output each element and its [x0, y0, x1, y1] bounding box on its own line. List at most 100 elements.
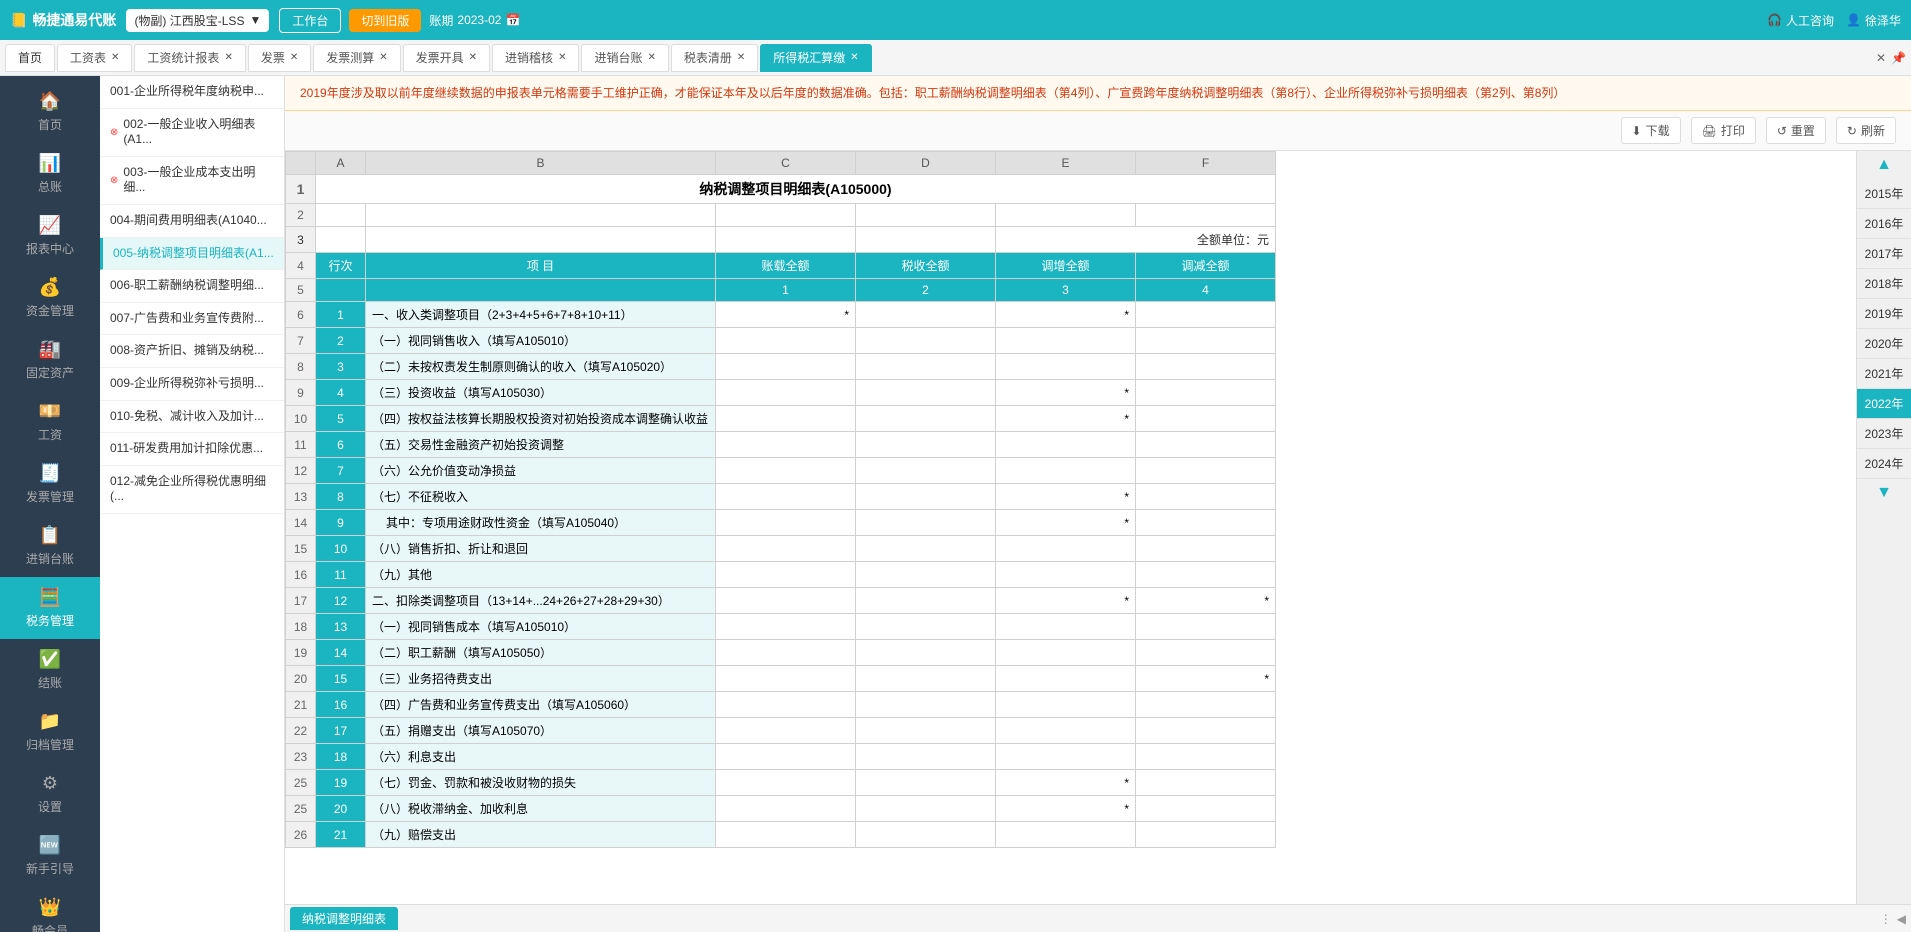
row-12-col1[interactable]	[716, 458, 856, 484]
tab-income-tax-close[interactable]: ✕	[850, 52, 858, 63]
sidebar-item-invoice-mgmt[interactable]: 🧾 发票管理	[0, 453, 100, 515]
sheet-tab-adjust[interactable]: 纳税调整明细表	[290, 907, 398, 930]
row-15-col1[interactable]	[716, 536, 856, 562]
year-2016[interactable]: 2016年	[1857, 209, 1911, 239]
year-2024[interactable]: 2024年	[1857, 449, 1911, 479]
year-2022[interactable]: 2022年	[1857, 389, 1911, 419]
print-button[interactable]: 🖨 打印	[1691, 117, 1756, 144]
row-22-col1[interactable]	[716, 718, 856, 744]
tab-wages[interactable]: 工资表 ✕	[57, 44, 132, 72]
tab-income-tax[interactable]: 所得税汇算缴 ✕	[760, 44, 871, 72]
row-18-col1[interactable]	[716, 614, 856, 640]
left-item-002[interactable]: ⊗ 002-一般企业收入明细表(A1...	[100, 109, 284, 157]
left-item-004[interactable]: 004-期间费用明细表(A1040...	[100, 205, 284, 238]
left-item-012[interactable]: 012-减免企业所得税优惠明细(...	[100, 466, 284, 514]
user-profile-button[interactable]: 👤 徐泽华	[1846, 12, 1901, 29]
left-item-007[interactable]: 007-广告费和业务宣传费附...	[100, 303, 284, 336]
tab-purchase-ledger-close[interactable]: ✕	[647, 52, 655, 63]
year-2021[interactable]: 2021年	[1857, 359, 1911, 389]
left-item-010[interactable]: 010-免税、减计收入及加计...	[100, 401, 284, 434]
left-item-008-label: 008-资产折旧、摊销及纳税...	[110, 343, 264, 359]
tab-tax-table[interactable]: 税表清册 ✕	[671, 44, 758, 72]
row-8-col1[interactable]	[716, 354, 856, 380]
row-12-col3	[996, 458, 1136, 484]
year-down-button[interactable]: ▼	[1857, 479, 1911, 507]
tab-invoice-close[interactable]: ✕	[290, 52, 298, 63]
row-14-col1[interactable]	[716, 510, 856, 536]
row-6-col1[interactable]: *	[716, 302, 856, 328]
left-item-005[interactable]: 005-纳税调整项目明细表(A1...	[100, 238, 284, 271]
reset-button[interactable]: ↺ 重置	[1766, 117, 1826, 144]
sidebar-item-member[interactable]: 👑 畅会员	[0, 887, 100, 932]
year-2020[interactable]: 2020年	[1857, 329, 1911, 359]
sidebar-item-home[interactable]: 🏠 首页	[0, 81, 100, 143]
sidebar-item-ledger[interactable]: 📊 总账	[0, 143, 100, 205]
row-7-col1[interactable]	[716, 328, 856, 354]
row-24-col3: *	[996, 770, 1136, 796]
row-25-col1[interactable]	[716, 796, 856, 822]
tab-invoice-issue-close[interactable]: ✕	[469, 52, 477, 63]
table-row: 14 9 其中：专项用途财政性资金（填写A105040） *	[286, 510, 1276, 536]
tab-purchase-check[interactable]: 进销稽核 ✕	[492, 44, 579, 72]
left-item-003[interactable]: ⊗ 003-一般企业成本支出明细...	[100, 157, 284, 205]
row-11-col1[interactable]	[716, 432, 856, 458]
row-13-col1[interactable]	[716, 484, 856, 510]
sheet-container[interactable]: A B C D E F 1	[285, 151, 1856, 904]
download-button[interactable]: ⬇ 下载	[1621, 117, 1681, 144]
row-20-col1[interactable]	[716, 666, 856, 692]
row-23-col1[interactable]	[716, 744, 856, 770]
left-item-009[interactable]: 009-企业所得税弥补亏损明...	[100, 368, 284, 401]
year-2018[interactable]: 2018年	[1857, 269, 1911, 299]
sidebar-item-purchase[interactable]: 📋 进销台账	[0, 515, 100, 577]
left-item-006-label: 006-职工薪酬纳税调整明细...	[110, 278, 264, 294]
row-10-col1[interactable]	[716, 406, 856, 432]
sidebar-item-assets[interactable]: 🏭 固定资产	[0, 329, 100, 391]
calendar-icon[interactable]: 📅	[505, 13, 520, 27]
row-17-col1[interactable]	[716, 588, 856, 614]
row-24-col1[interactable]	[716, 770, 856, 796]
sidebar-item-closing[interactable]: ✅ 结账	[0, 639, 100, 701]
left-item-006[interactable]: 006-职工薪酬纳税调整明细...	[100, 270, 284, 303]
row-9-col1[interactable]	[716, 380, 856, 406]
tab-purchase-check-close[interactable]: ✕	[558, 52, 566, 63]
customer-service-button[interactable]: 🎧 人工咨询	[1767, 12, 1834, 29]
year-2023[interactable]: 2023年	[1857, 419, 1911, 449]
company-selector[interactable]: (物副) 江西股宝-LSS ▼	[126, 9, 269, 32]
left-item-008[interactable]: 008-资产折旧、摊销及纳税...	[100, 335, 284, 368]
tab-invoice-calc-close[interactable]: ✕	[379, 52, 387, 63]
tab-purchase-ledger[interactable]: 进销台账 ✕	[581, 44, 668, 72]
year-2019[interactable]: 2019年	[1857, 299, 1911, 329]
row-12-col4	[1136, 458, 1276, 484]
sidebar-item-guide[interactable]: 🆕 新手引导	[0, 825, 100, 887]
tab-invoice-calc[interactable]: 发票测算 ✕	[313, 44, 400, 72]
sidebar-item-funds[interactable]: 💰 资金管理	[0, 267, 100, 329]
scroll-left-icon[interactable]: ◀	[1897, 912, 1906, 926]
old-version-button[interactable]: 切到旧版	[349, 9, 421, 32]
row-21-col1[interactable]	[716, 692, 856, 718]
left-item-001[interactable]: 001-企业所得税年度纳税申...	[100, 76, 284, 109]
tab-invoice[interactable]: 发票 ✕	[248, 44, 311, 72]
year-up-button[interactable]: ▲	[1857, 151, 1911, 179]
row-19-col1[interactable]	[716, 640, 856, 666]
sidebar-item-archive[interactable]: 📁 归档管理	[0, 701, 100, 763]
tab-tax-table-close[interactable]: ✕	[737, 52, 745, 63]
refresh-button[interactable]: ↻ 刷新	[1836, 117, 1896, 144]
pin-icon[interactable]: 📌	[1891, 51, 1906, 65]
sidebar-item-salary[interactable]: 💴 工资	[0, 391, 100, 453]
tab-invoice-issue[interactable]: 发票开具 ✕	[403, 44, 490, 72]
tab-wages-close[interactable]: ✕	[111, 52, 119, 63]
tab-wages-report[interactable]: 工资统计报表 ✕	[134, 44, 245, 72]
sidebar-item-tax[interactable]: 🧮 税务管理	[0, 577, 100, 639]
left-item-011[interactable]: 011-研发费用加计扣除优惠...	[100, 433, 284, 466]
year-2017[interactable]: 2017年	[1857, 239, 1911, 269]
row-11-xiangmu: （五）交易性金融资产初始投资调整	[366, 432, 716, 458]
sidebar-item-reports[interactable]: 📈 报表中心	[0, 205, 100, 267]
close-icon[interactable]: ✕	[1876, 51, 1886, 65]
tab-wages-report-close[interactable]: ✕	[224, 52, 232, 63]
year-2015[interactable]: 2015年	[1857, 179, 1911, 209]
row-26-col1[interactable]	[716, 822, 856, 848]
row-16-col1[interactable]	[716, 562, 856, 588]
tab-home[interactable]: 首页	[5, 44, 55, 72]
sidebar-item-settings[interactable]: ⚙ 设置	[0, 763, 100, 825]
workbench-button[interactable]: 工作台	[279, 8, 341, 33]
